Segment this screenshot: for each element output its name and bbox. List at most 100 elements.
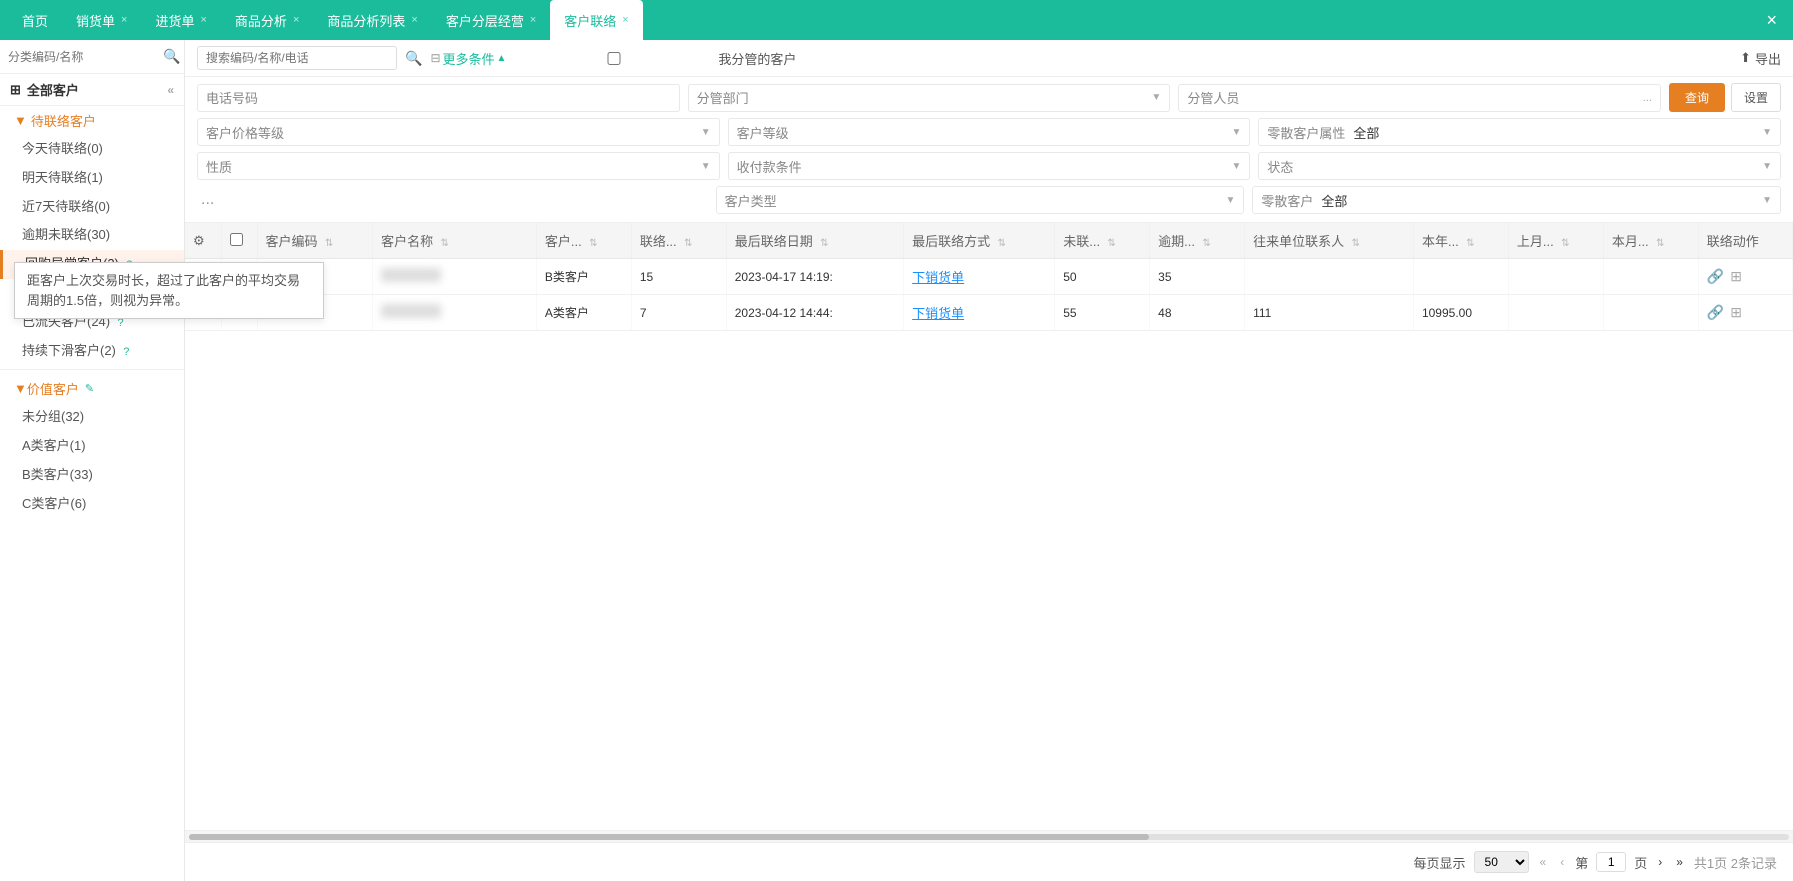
- sort-this-month-icon[interactable]: ⇅: [1656, 238, 1664, 249]
- th-checkbox[interactable]: [221, 223, 257, 259]
- scrollbar-thumb[interactable]: [189, 834, 1149, 840]
- row-last-month-0: [1508, 259, 1603, 295]
- sparse-customer-arrow-icon: ▼: [1762, 195, 1772, 206]
- search-button[interactable]: 🔍: [405, 50, 422, 67]
- th-this-month: 本月... ⇅: [1603, 223, 1698, 259]
- next-page-btn[interactable]: ›: [1655, 855, 1665, 869]
- pending-group-header[interactable]: ▼ 待联络客户: [0, 106, 184, 135]
- sort-overdue-icon[interactable]: ⇅: [1202, 238, 1210, 249]
- sort-type-icon[interactable]: ⇅: [589, 238, 597, 249]
- action-link-icon-0[interactable]: 🔗: [1707, 268, 1724, 285]
- nav-customer-contact[interactable]: 客户联络 ×: [550, 0, 642, 40]
- th-action: 联络动作: [1698, 223, 1792, 259]
- declining-help-icon[interactable]: ?: [123, 346, 129, 358]
- close-sales-icon[interactable]: ×: [121, 14, 127, 26]
- row-action-1: 🔗 ⊞: [1698, 295, 1792, 331]
- row-this-year-1: 10995.00: [1413, 295, 1508, 331]
- sidebar-search-icon[interactable]: 🔍: [163, 48, 180, 65]
- close-customer-tier-icon[interactable]: ×: [530, 14, 536, 26]
- nav-sales[interactable]: 销货单 ×: [62, 0, 141, 40]
- sidebar-item-unclassified[interactable]: 未分组(32): [0, 403, 184, 432]
- sidebar-item-a-class[interactable]: A类客户(1): [0, 432, 184, 461]
- sort-name-icon[interactable]: ⇅: [441, 238, 449, 249]
- status-field[interactable]: 状态 ▼: [1258, 152, 1781, 180]
- value-edit-icon[interactable]: ✎: [85, 382, 94, 395]
- dept-label: 分管部门: [697, 88, 749, 107]
- window-close-button[interactable]: ×: [1758, 10, 1785, 31]
- last-page-btn[interactable]: »: [1673, 855, 1686, 869]
- sidebar-item-today-pending[interactable]: 今天待联络(0): [0, 135, 184, 164]
- arrow-down-icon: ▼: [14, 113, 27, 128]
- sidebar-item-b-class[interactable]: B类客户(33): [0, 461, 184, 490]
- sort-last-month-icon[interactable]: ⇅: [1561, 238, 1569, 249]
- nav-purchase[interactable]: 进货单 ×: [141, 0, 220, 40]
- filter-row-4: ... 客户类型 ▼ 零散客户 全部 ▼: [197, 186, 1781, 214]
- query-button[interactable]: 查询: [1669, 83, 1725, 112]
- close-customer-contact-icon[interactable]: ×: [622, 14, 628, 26]
- horizontal-scrollbar[interactable]: [185, 830, 1793, 842]
- price-grade-field[interactable]: 客户价格等级 ▼: [197, 118, 720, 146]
- my-customer-checkbox[interactable]: [514, 52, 714, 65]
- sort-uncontacted-icon[interactable]: ⇅: [1107, 238, 1115, 249]
- close-purchase-icon[interactable]: ×: [200, 14, 206, 26]
- sidebar-search-input[interactable]: [8, 50, 163, 64]
- action-grid-icon-1[interactable]: ⊞: [1730, 304, 1742, 321]
- action-grid-icon-0[interactable]: ⊞: [1730, 268, 1742, 285]
- last-method-link-1[interactable]: 下销货单: [912, 306, 964, 321]
- sort-method-icon[interactable]: ⇅: [997, 238, 1005, 249]
- sparse-customer-field[interactable]: 零散客户 全部 ▼: [1252, 186, 1781, 214]
- filter-bar: 🔍 ⊟ 更多条件 ▲ 我分管的客户 ⬆ 导出: [185, 40, 1793, 77]
- customer-grade-field[interactable]: 客户等级 ▼: [728, 118, 1251, 146]
- row-this-month-0: [1603, 259, 1698, 295]
- page-input[interactable]: [1596, 852, 1626, 872]
- phone-field[interactable]: 电话号码: [197, 84, 680, 112]
- value-group-header[interactable]: ▼ 价值客户 ✎: [0, 374, 184, 403]
- search-input[interactable]: [197, 46, 397, 70]
- sidebar-item-7day-pending[interactable]: 近7天待联络(0): [0, 193, 184, 222]
- sort-partner-icon[interactable]: ⇅: [1351, 238, 1359, 249]
- customer-type-field[interactable]: 客户类型 ▼: [716, 186, 1245, 214]
- manager-dots-icon: ...: [1643, 92, 1652, 104]
- sort-code-icon[interactable]: ⇅: [325, 238, 333, 249]
- row-uncontacted-1: 55: [1055, 295, 1150, 331]
- manager-field[interactable]: 分管人员 ...: [1178, 84, 1661, 112]
- table-row: 1 000039 B类客户 15 2023-04-17 14:19: 下销货单 …: [185, 259, 1793, 295]
- more-dots[interactable]: ...: [197, 191, 218, 209]
- payment-field[interactable]: 收付款条件 ▼: [728, 152, 1251, 180]
- action-link-icon-1[interactable]: 🔗: [1707, 304, 1724, 321]
- last-method-link-0[interactable]: 下销货单: [912, 270, 964, 285]
- sidebar-item-overdue-pending[interactable]: 逾期未联络(30): [0, 221, 184, 250]
- content-area: 距客户上次交易时长，超过了此客户的平均交易周期的1.5倍，则视为异常。 🔍 ⊟ …: [185, 40, 1793, 881]
- sparse-attr-field[interactable]: 零散客户属性 全部 ▼: [1258, 118, 1781, 146]
- nav-product-analysis[interactable]: 商品分析 ×: [221, 0, 313, 40]
- settings-button[interactable]: 设置: [1731, 83, 1781, 112]
- all-customers-header[interactable]: ⊞ 全部客户 «: [0, 74, 184, 106]
- th-gear[interactable]: ⚙: [185, 223, 221, 259]
- table-body: 1 000039 B类客户 15 2023-04-17 14:19: 下销货单 …: [185, 259, 1793, 331]
- select-all-checkbox[interactable]: [230, 233, 243, 246]
- sort-contact-icon[interactable]: ⇅: [684, 238, 692, 249]
- sort-date-icon[interactable]: ⇅: [820, 238, 828, 249]
- row-contact-0: 15: [631, 259, 726, 295]
- nature-field[interactable]: 性质 ▼: [197, 152, 720, 180]
- sidebar-item-tomorrow-pending[interactable]: 明天待联络(1): [0, 164, 184, 193]
- export-button[interactable]: ⬆ 导出: [1740, 49, 1781, 68]
- sidebar-item-declining[interactable]: 持续下滑客户(2) ?: [0, 337, 184, 366]
- filter-row-2: 客户价格等级 ▼ 客户等级 ▼ 零散客户属性 全部 ▼: [197, 118, 1781, 146]
- my-customer-checkbox-area[interactable]: 我分管的客户: [514, 49, 796, 68]
- prev-page-btn[interactable]: ‹: [1557, 855, 1567, 869]
- collapse-sidebar-icon[interactable]: «: [167, 83, 174, 97]
- more-conditions-btn[interactable]: ⊟ 更多条件 ▲: [430, 49, 506, 68]
- nature-label: 性质: [206, 157, 232, 176]
- dept-field[interactable]: 分管部门 ▼: [688, 84, 1171, 112]
- sidebar-item-c-class[interactable]: C类客户(6): [0, 490, 184, 519]
- sort-year-icon[interactable]: ⇅: [1466, 238, 1474, 249]
- nav-product-analysis-list[interactable]: 商品分析列表 ×: [313, 0, 431, 40]
- page-size-select[interactable]: 50 100 200: [1474, 851, 1529, 873]
- close-product-analysis-icon[interactable]: ×: [293, 14, 299, 26]
- th-type: 客户... ⇅: [536, 223, 631, 259]
- nav-customer-tier[interactable]: 客户分层经营 ×: [432, 0, 550, 40]
- nav-home[interactable]: 首页: [8, 0, 62, 40]
- first-page-btn[interactable]: «: [1537, 855, 1550, 869]
- close-product-list-icon[interactable]: ×: [411, 14, 417, 26]
